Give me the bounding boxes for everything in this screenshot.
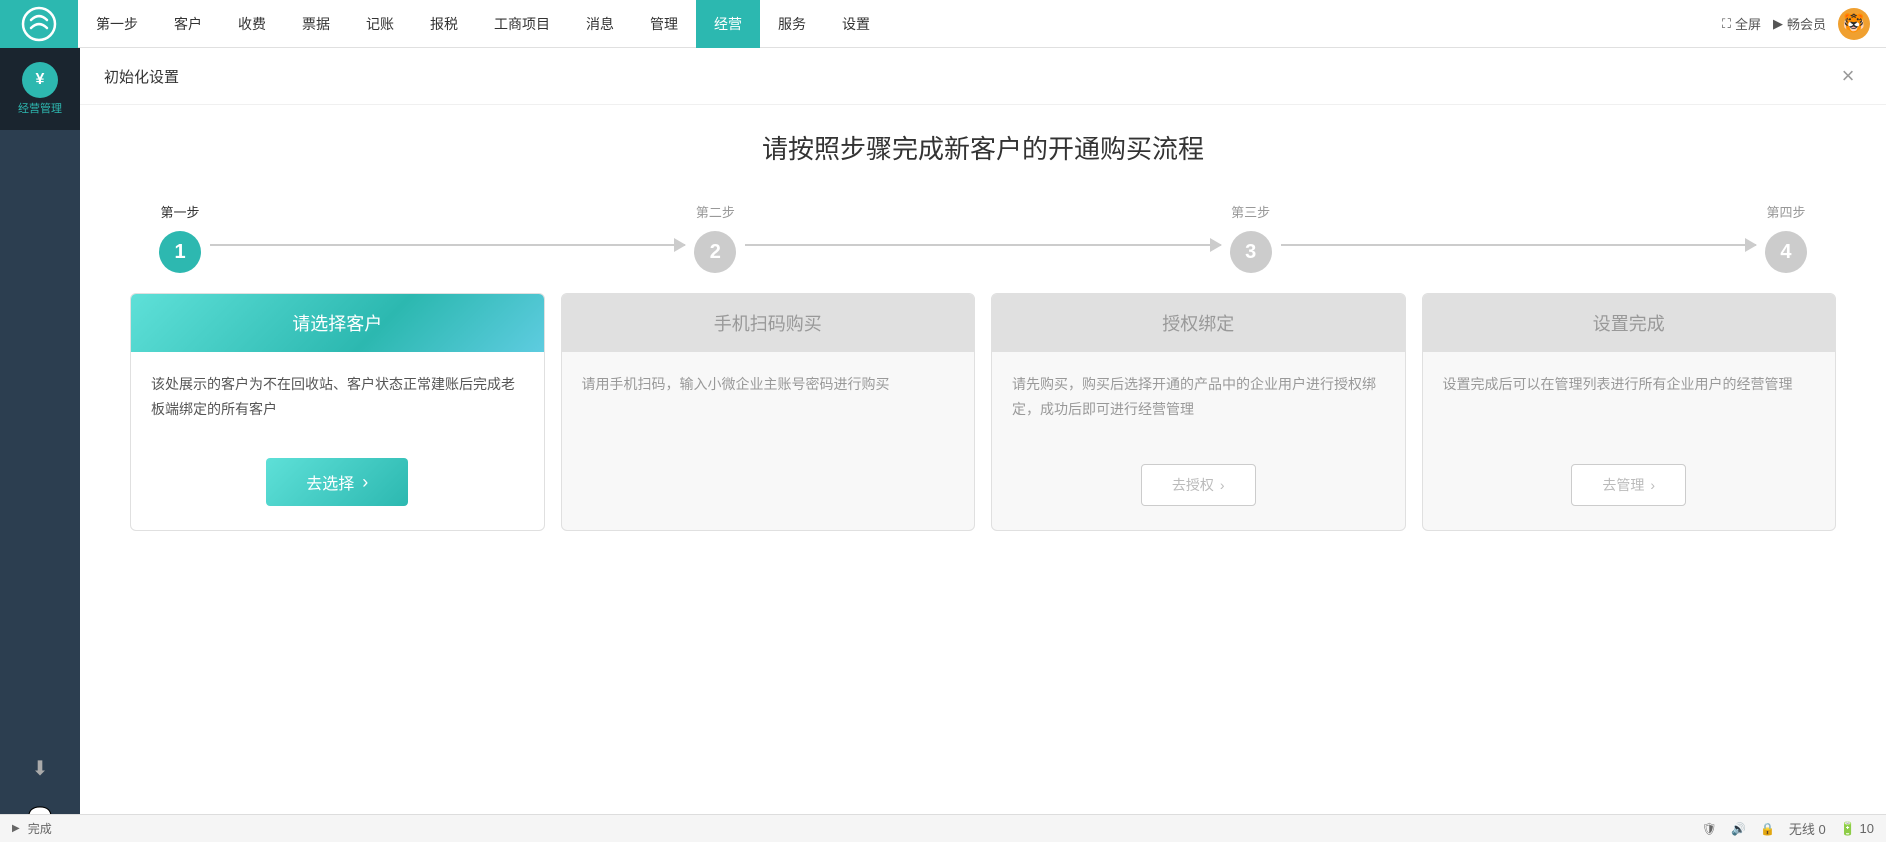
nav-item-messages[interactable]: 消息	[568, 0, 632, 48]
steps-section: 请按照步骤完成新客户的开通购买流程 第一步 1 第二步	[80, 105, 1886, 531]
step-3-label: 第三步	[1231, 202, 1270, 221]
step-1-label: 第一步	[160, 202, 199, 221]
status-bar: ▶ 完成 🛡 🔊 🔒 无线 0 🔋 10	[0, 814, 1886, 842]
arrow-1	[210, 244, 685, 246]
layout: ¥ 经营管理 ⬇ 💬 初始化设置 × 请按照步骤完成新客户的开通购买流程 第一步…	[0, 48, 1886, 842]
fullscreen-btn[interactable]: ⛶ 全屏	[1722, 14, 1761, 33]
status-text: 完成	[28, 820, 52, 837]
nav-item-bills[interactable]: 票据	[284, 0, 348, 48]
step-2-label: 第二步	[696, 202, 735, 221]
step-2-circle: 2	[694, 231, 736, 273]
card-1-footer: 去选择 ›	[131, 442, 544, 530]
step-card-3: 授权绑定 请先购买，购买后选择开通的产品中的企业用户进行授权绑定，成功后即可进行…	[991, 293, 1406, 531]
step-2-node: 第二步 2	[685, 202, 745, 273]
member-label: 畅会员	[1787, 14, 1826, 33]
member-btn[interactable]: ▶ 畅会员	[1773, 14, 1826, 33]
card-1-body: 该处展示的客户为不在回收站、客户状态正常建账后完成老板端绑定的所有客户	[131, 352, 544, 442]
cards-row: 请选择客户 该处展示的客户为不在回收站、客户状态正常建账后完成老板端绑定的所有客…	[130, 293, 1836, 531]
nav-item-service[interactable]: 服务	[760, 0, 824, 48]
wifi-icon: 无线 0	[1789, 819, 1826, 838]
arrow-right-icon-4: ›	[1650, 477, 1655, 493]
go-manage-button[interactable]: 去管理 ›	[1571, 464, 1686, 506]
nav-item-business[interactable]: 工商项目	[476, 0, 568, 48]
step-3-circle: 3	[1230, 231, 1272, 273]
go-select-button[interactable]: 去选择 ›	[266, 458, 408, 506]
main-heading: 请按照步骤完成新客户的开通购买流程	[130, 129, 1836, 166]
step-card-4: 设置完成 设置完成后可以在管理列表进行所有企业用户的经营管理 去管理 ›	[1422, 293, 1837, 531]
step-1-circle: 1	[159, 231, 201, 273]
nav-item-tax[interactable]: 报税	[412, 0, 476, 48]
nav-right: ⛶ 全屏 ▶ 畅会员 🐯	[1722, 8, 1886, 40]
step-4-circle: 4	[1765, 231, 1807, 273]
nav-item-customer[interactable]: 客户	[156, 0, 220, 48]
play-icon-status: ▶	[12, 823, 20, 834]
nav-item-home[interactable]: 第一步	[78, 0, 156, 48]
status-bar-right: 🛡 🔊 🔒 无线 0 🔋 10	[1702, 819, 1874, 838]
card-3-footer: 去授权 ›	[992, 448, 1405, 530]
logo-icon	[21, 6, 57, 42]
sidebar-item-operation[interactable]: ¥ 经营管理	[0, 48, 80, 130]
step-4-node: 第四步 4	[1756, 202, 1816, 273]
nav-item-accounting[interactable]: 记账	[348, 0, 412, 48]
arrow-right-icon: ›	[362, 472, 368, 493]
card-2-header: 手机扫码购买	[562, 294, 975, 352]
play-icon: ▶	[1773, 16, 1783, 32]
fullscreen-icon: ⛶	[1722, 16, 1731, 32]
step-4-label: 第四步	[1766, 202, 1805, 221]
step-card-2: 手机扫码购买 请用手机扫码，输入小微企业主账号密码进行购买	[561, 293, 976, 531]
page-title: 初始化设置	[104, 66, 179, 87]
card-4-footer: 去管理 ›	[1423, 448, 1836, 530]
top-nav: 第一步 客户 收费 票据 记账 报税 工商项目 消息 管理 经营 服务 设置 ⛶…	[0, 0, 1886, 48]
nav-item-fee[interactable]: 收费	[220, 0, 284, 48]
arrow-right-icon-3: ›	[1220, 477, 1225, 493]
page-header: 初始化设置 ×	[80, 48, 1886, 105]
nav-items: 第一步 客户 收费 票据 记账 报税 工商项目 消息 管理 经营 服务 设置	[78, 0, 888, 48]
step-flow: 第一步 1 第二步 2	[130, 202, 1836, 273]
card-2-body: 请用手机扫码，输入小微企业主账号密码进行购买	[562, 352, 975, 490]
arrow-2	[745, 244, 1220, 246]
lock-icon: 🔒	[1760, 822, 1775, 836]
main-content: 初始化设置 × 请按照步骤完成新客户的开通购买流程 第一步 1	[80, 48, 1886, 842]
card-4-body: 设置完成后可以在管理列表进行所有企业用户的经营管理	[1423, 352, 1836, 448]
nav-item-settings[interactable]: 设置	[824, 0, 888, 48]
operation-icon-circle: ¥	[22, 62, 58, 98]
nav-item-manage[interactable]: 管理	[632, 0, 696, 48]
logo	[0, 0, 78, 48]
nav-item-operation[interactable]: 经营	[696, 0, 760, 48]
fullscreen-label: 全屏	[1735, 14, 1761, 33]
sidebar: ¥ 经营管理 ⬇ 💬	[0, 48, 80, 842]
battery-icon: 🔋 10	[1840, 821, 1874, 837]
card-4-header: 设置完成	[1423, 294, 1836, 352]
arrow-3	[1281, 244, 1756, 246]
card-3-body: 请先购买，购买后选择开通的产品中的企业用户进行授权绑定，成功后即可进行经营管理	[992, 352, 1405, 448]
close-button[interactable]: ×	[1834, 62, 1862, 90]
volume-icon: 🔊	[1731, 822, 1746, 836]
card-1-header: 请选择客户	[131, 294, 544, 352]
sidebar-download-btn[interactable]: ⬇	[0, 744, 80, 793]
avatar[interactable]: 🐯	[1838, 8, 1870, 40]
shield-icon: 🛡	[1702, 822, 1717, 836]
step-3-node: 第三步 3	[1221, 202, 1281, 273]
go-authorize-button[interactable]: 去授权 ›	[1141, 464, 1256, 506]
sidebar-item-label: 经营管理	[18, 102, 62, 116]
step-card-1: 请选择客户 该处展示的客户为不在回收站、客户状态正常建账后完成老板端绑定的所有客…	[130, 293, 545, 531]
step-1-node: 第一步 1	[150, 202, 210, 273]
card-3-header: 授权绑定	[992, 294, 1405, 352]
card-2-footer	[562, 490, 975, 530]
